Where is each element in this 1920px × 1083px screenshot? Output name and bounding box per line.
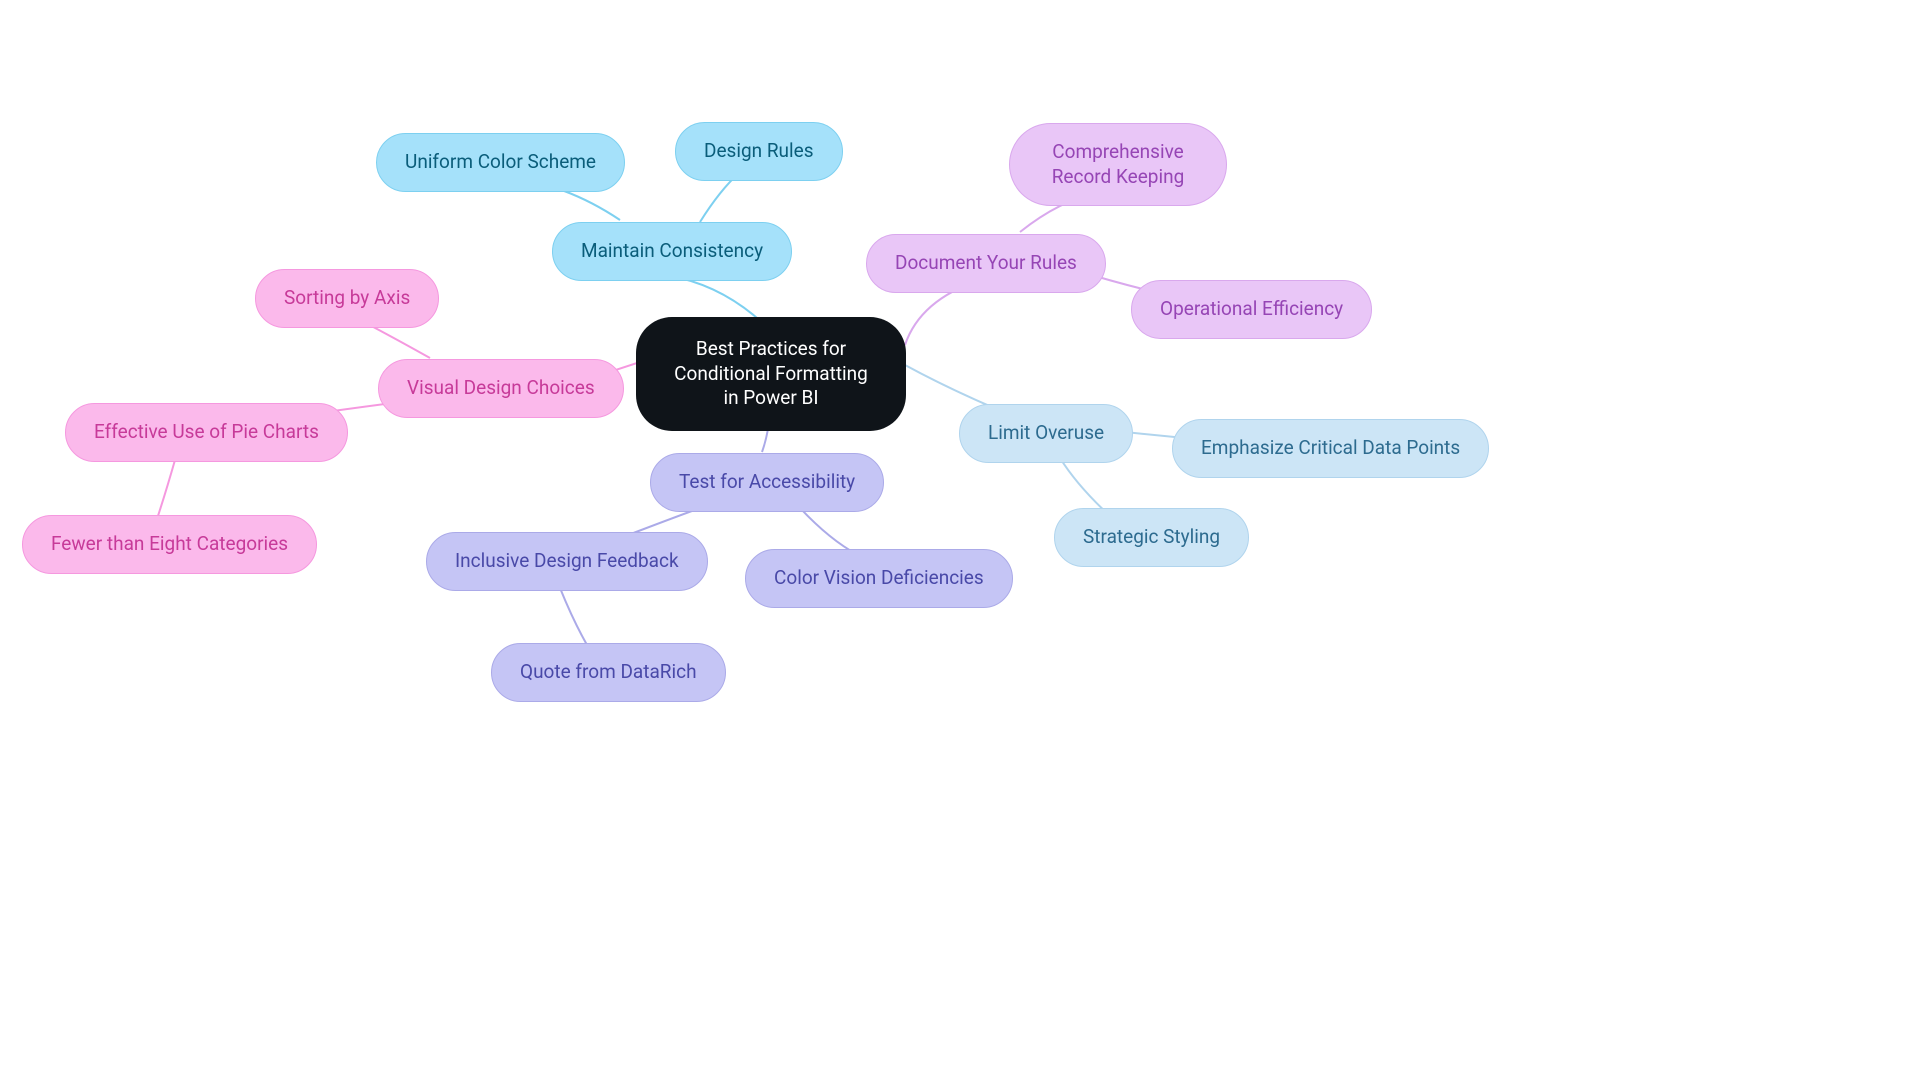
branch-limit-label: Limit Overuse [988,421,1104,446]
leaf-strategic: Strategic Styling [1054,508,1249,567]
leaf-uniform-color: Uniform Color Scheme [376,133,625,192]
leaf-fewer: Fewer than Eight Categories [22,515,317,574]
branch-accessibility: Test for Accessibility [650,453,884,512]
leaf-quote-label: Quote from DataRich [520,660,697,685]
branch-consistency-label: Maintain Consistency [581,239,763,264]
center-label: Best Practices for Conditional Formattin… [668,337,874,411]
leaf-pie-label: Effective Use of Pie Charts [94,420,319,445]
leaf-records: Comprehensive Record Keeping [1009,123,1227,206]
leaf-efficiency: Operational Efficiency [1131,280,1372,339]
branch-visual-label: Visual Design Choices [407,376,595,401]
branch-document: Document Your Rules [866,234,1106,293]
leaf-sorting-label: Sorting by Axis [284,286,410,311]
branch-document-label: Document Your Rules [895,251,1077,276]
leaf-colorvision: Color Vision Deficiencies [745,549,1013,608]
branch-limit: Limit Overuse [959,404,1133,463]
leaf-emphasize-label: Emphasize Critical Data Points [1201,436,1460,461]
leaf-sorting: Sorting by Axis [255,269,439,328]
leaf-rules-label: Design Rules [704,139,814,164]
leaf-colorvision-label: Color Vision Deficiencies [774,566,984,591]
branch-accessibility-label: Test for Accessibility [679,470,855,495]
leaf-records-label: Comprehensive Record Keeping [1038,140,1198,189]
leaf-fewer-label: Fewer than Eight Categories [51,532,288,557]
leaf-inclusive-label: Inclusive Design Feedback [455,549,679,574]
leaf-pie: Effective Use of Pie Charts [65,403,348,462]
leaf-efficiency-label: Operational Efficiency [1160,297,1343,322]
leaf-uniform-label: Uniform Color Scheme [405,150,596,175]
leaf-design-rules: Design Rules [675,122,843,181]
leaf-emphasize: Emphasize Critical Data Points [1172,419,1489,478]
leaf-strategic-label: Strategic Styling [1083,525,1220,550]
branch-consistency: Maintain Consistency [552,222,792,281]
leaf-quote: Quote from DataRich [491,643,726,702]
leaf-inclusive: Inclusive Design Feedback [426,532,708,591]
branch-visual: Visual Design Choices [378,359,624,418]
center-node: Best Practices for Conditional Formattin… [636,317,906,431]
